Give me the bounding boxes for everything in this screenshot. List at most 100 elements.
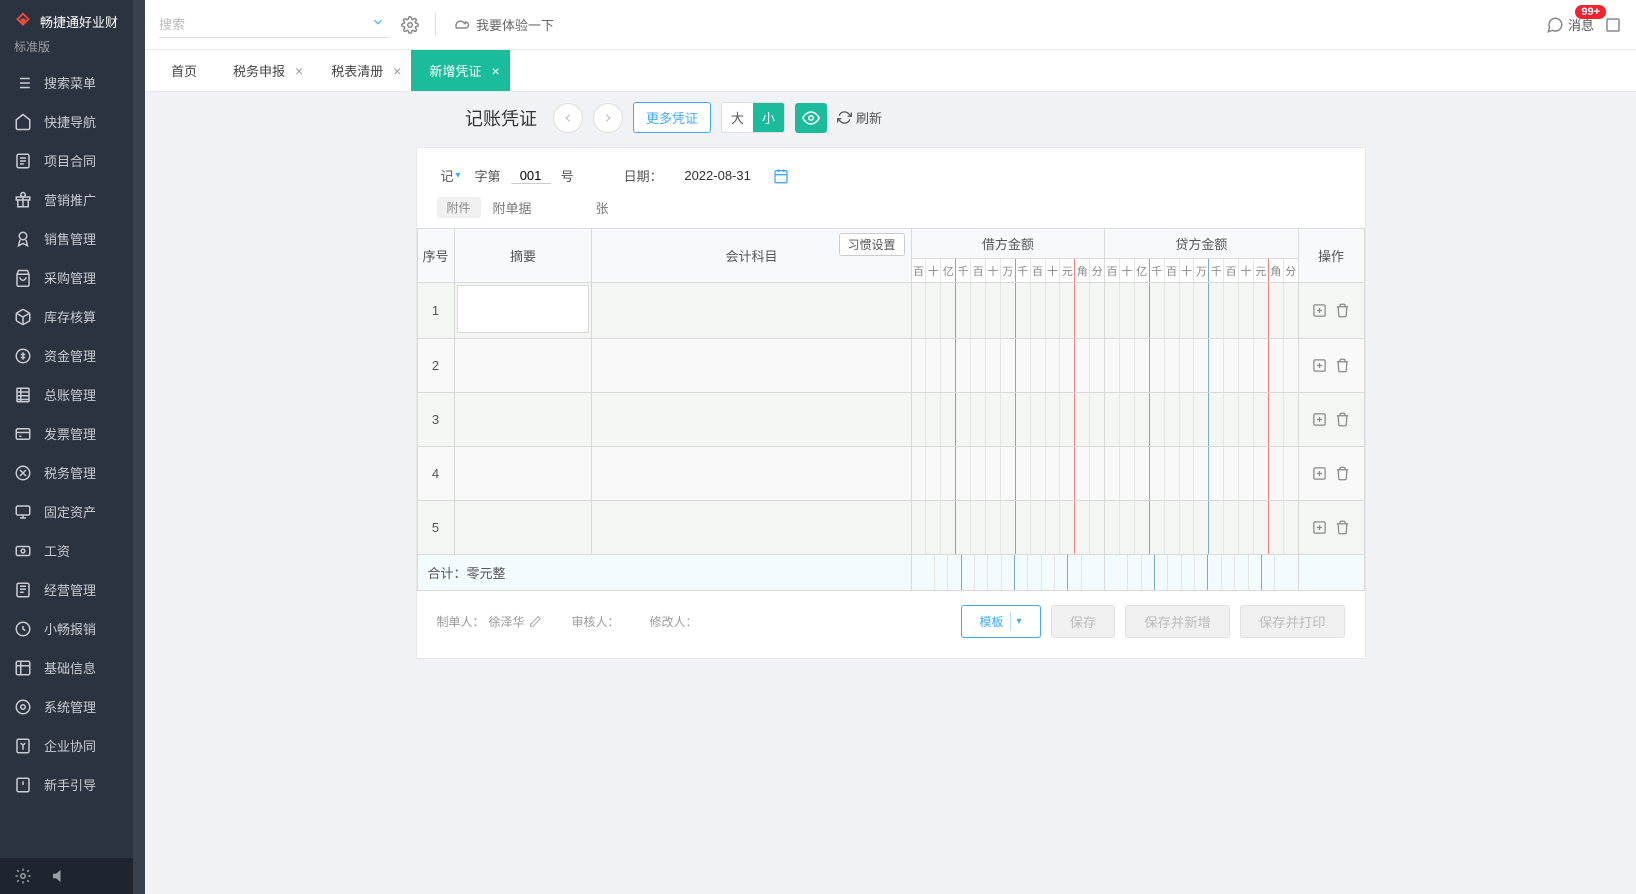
close-icon[interactable]: × (491, 63, 499, 79)
sidebar-item-12[interactable]: 工资 (0, 531, 145, 570)
add-row-icon[interactable] (1312, 412, 1327, 427)
debit-cell[interactable] (911, 339, 1105, 393)
sidebar-item-5[interactable]: 采购管理 (0, 258, 145, 297)
credit-cell[interactable] (1105, 501, 1299, 555)
attach-doc-label: 附单据 (493, 198, 532, 217)
sidebar-item-label: 营销推广 (44, 190, 96, 209)
save-print-button[interactable]: 保存并打印 (1240, 605, 1345, 638)
refresh-button[interactable]: 刷新 (837, 108, 882, 127)
expand-icon[interactable] (1604, 16, 1622, 34)
subject-cell[interactable] (592, 339, 911, 393)
prev-button[interactable] (553, 103, 583, 133)
next-button[interactable] (593, 103, 623, 133)
add-row-icon[interactable] (1312, 466, 1327, 481)
debit-cell[interactable] (911, 283, 1105, 339)
edit-icon[interactable] (529, 615, 542, 628)
table-row: 2 (417, 339, 1364, 393)
save-button[interactable]: 保存 (1051, 605, 1116, 638)
sidebar-item-9[interactable]: 发票管理 (0, 414, 145, 453)
sound-icon[interactable] (50, 867, 68, 885)
voucher-type-select[interactable]: 记 ▾ (437, 164, 465, 187)
summary-cell[interactable] (454, 339, 592, 393)
credit-cell[interactable] (1105, 339, 1299, 393)
template-button[interactable]: 模板 ▾ (961, 605, 1041, 638)
op-cell (1298, 393, 1364, 447)
sidebar-item-14[interactable]: 小畅报销 (0, 609, 145, 648)
sidebar-item-11[interactable]: 固定资产 (0, 492, 145, 531)
add-row-icon[interactable] (1312, 520, 1327, 535)
sidebar-item-7[interactable]: 资金管理 (0, 336, 145, 375)
size-small[interactable]: 小 (753, 103, 784, 132)
sidebar-item-10[interactable]: 税务管理 (0, 453, 145, 492)
sidebar-item-0[interactable]: 搜索菜单 (0, 63, 145, 102)
delete-row-icon[interactable] (1335, 412, 1350, 427)
op-cell (1298, 339, 1364, 393)
add-row-icon[interactable] (1312, 303, 1327, 318)
sidebar-item-8[interactable]: 总账管理 (0, 375, 145, 414)
debit-cell[interactable] (911, 393, 1105, 447)
total-credit (1105, 555, 1299, 591)
summary-cell[interactable] (454, 447, 592, 501)
chevron-down-icon: ▾ (1017, 616, 1022, 627)
add-row-icon[interactable] (1312, 358, 1327, 373)
chevron-down-icon[interactable] (371, 15, 389, 33)
sidebar-item-16[interactable]: 系统管理 (0, 687, 145, 726)
sidebar-item-3[interactable]: 营销推广 (0, 180, 145, 219)
summary-cell[interactable] (454, 501, 592, 555)
sidebar-item-1[interactable]: 快捷导航 (0, 102, 145, 141)
save-new-button[interactable]: 保存并新增 (1125, 605, 1230, 638)
sidebar-item-2[interactable]: 项目合同 (0, 141, 145, 180)
sidebar-item-15[interactable]: 基础信息 (0, 648, 145, 687)
try-link[interactable]: 我要体验一下 (452, 15, 554, 34)
sidebar-item-13[interactable]: 经营管理 (0, 570, 145, 609)
more-voucher-button[interactable]: 更多凭证 (633, 102, 711, 133)
sidebar-scrollbar[interactable] (133, 0, 145, 894)
delete-row-icon[interactable] (1335, 520, 1350, 535)
voucher-number-input[interactable] (511, 168, 551, 184)
tab-3[interactable]: 新增凭证× (411, 50, 509, 91)
sidebar-item-6[interactable]: 库存核算 (0, 297, 145, 336)
delete-row-icon[interactable] (1335, 358, 1350, 373)
gear-icon[interactable] (401, 16, 419, 34)
sidebar-item-label: 工资 (44, 541, 70, 560)
delete-row-icon[interactable] (1335, 303, 1350, 318)
search-input[interactable] (159, 17, 363, 32)
subject-cell[interactable] (592, 501, 911, 555)
credit-digits: 百十亿千百十万千百十元角分 (1105, 259, 1299, 283)
credit-cell[interactable] (1105, 393, 1299, 447)
try-label: 我要体验一下 (476, 15, 554, 34)
message-badge: 99+ (1575, 5, 1606, 19)
size-large[interactable]: 大 (722, 103, 753, 132)
collab-icon (14, 737, 32, 755)
credit-cell[interactable] (1105, 283, 1299, 339)
calendar-icon[interactable] (773, 168, 789, 184)
sidebar-item-17[interactable]: 企业协同 (0, 726, 145, 765)
refresh-icon (837, 110, 852, 125)
credit-cell[interactable] (1105, 447, 1299, 501)
subject-cell[interactable] (592, 393, 911, 447)
message-button[interactable]: 消息 99+ (1546, 15, 1594, 34)
close-icon[interactable]: × (393, 63, 401, 79)
subject-cell[interactable] (592, 283, 911, 339)
tab-0[interactable]: 首页 (153, 50, 215, 91)
summary-cell[interactable] (454, 393, 592, 447)
sidebar-item-18[interactable]: 新手引导 (0, 765, 145, 804)
subject-cell[interactable] (592, 447, 911, 501)
summary-cell[interactable] (454, 283, 592, 339)
voucher-date-input[interactable] (673, 168, 763, 183)
habit-setting-button[interactable]: 习惯设置 (839, 233, 905, 256)
sidebar-item-4[interactable]: 销售管理 (0, 219, 145, 258)
settings-icon[interactable] (14, 867, 32, 885)
delete-row-icon[interactable] (1335, 466, 1350, 481)
debit-cell[interactable] (911, 447, 1105, 501)
attachment-button[interactable]: 附件 (437, 197, 481, 218)
summary-input[interactable] (457, 285, 590, 333)
tab-1[interactable]: 税务申报× (215, 50, 313, 91)
eye-toggle-button[interactable] (795, 103, 827, 133)
box-icon (14, 308, 32, 326)
debit-cell[interactable] (911, 501, 1105, 555)
close-icon[interactable]: × (295, 63, 303, 79)
th-debit: 借方金额 (911, 229, 1105, 259)
tab-2[interactable]: 税表清册× (313, 50, 411, 91)
sidebar-item-label: 总账管理 (44, 385, 96, 404)
